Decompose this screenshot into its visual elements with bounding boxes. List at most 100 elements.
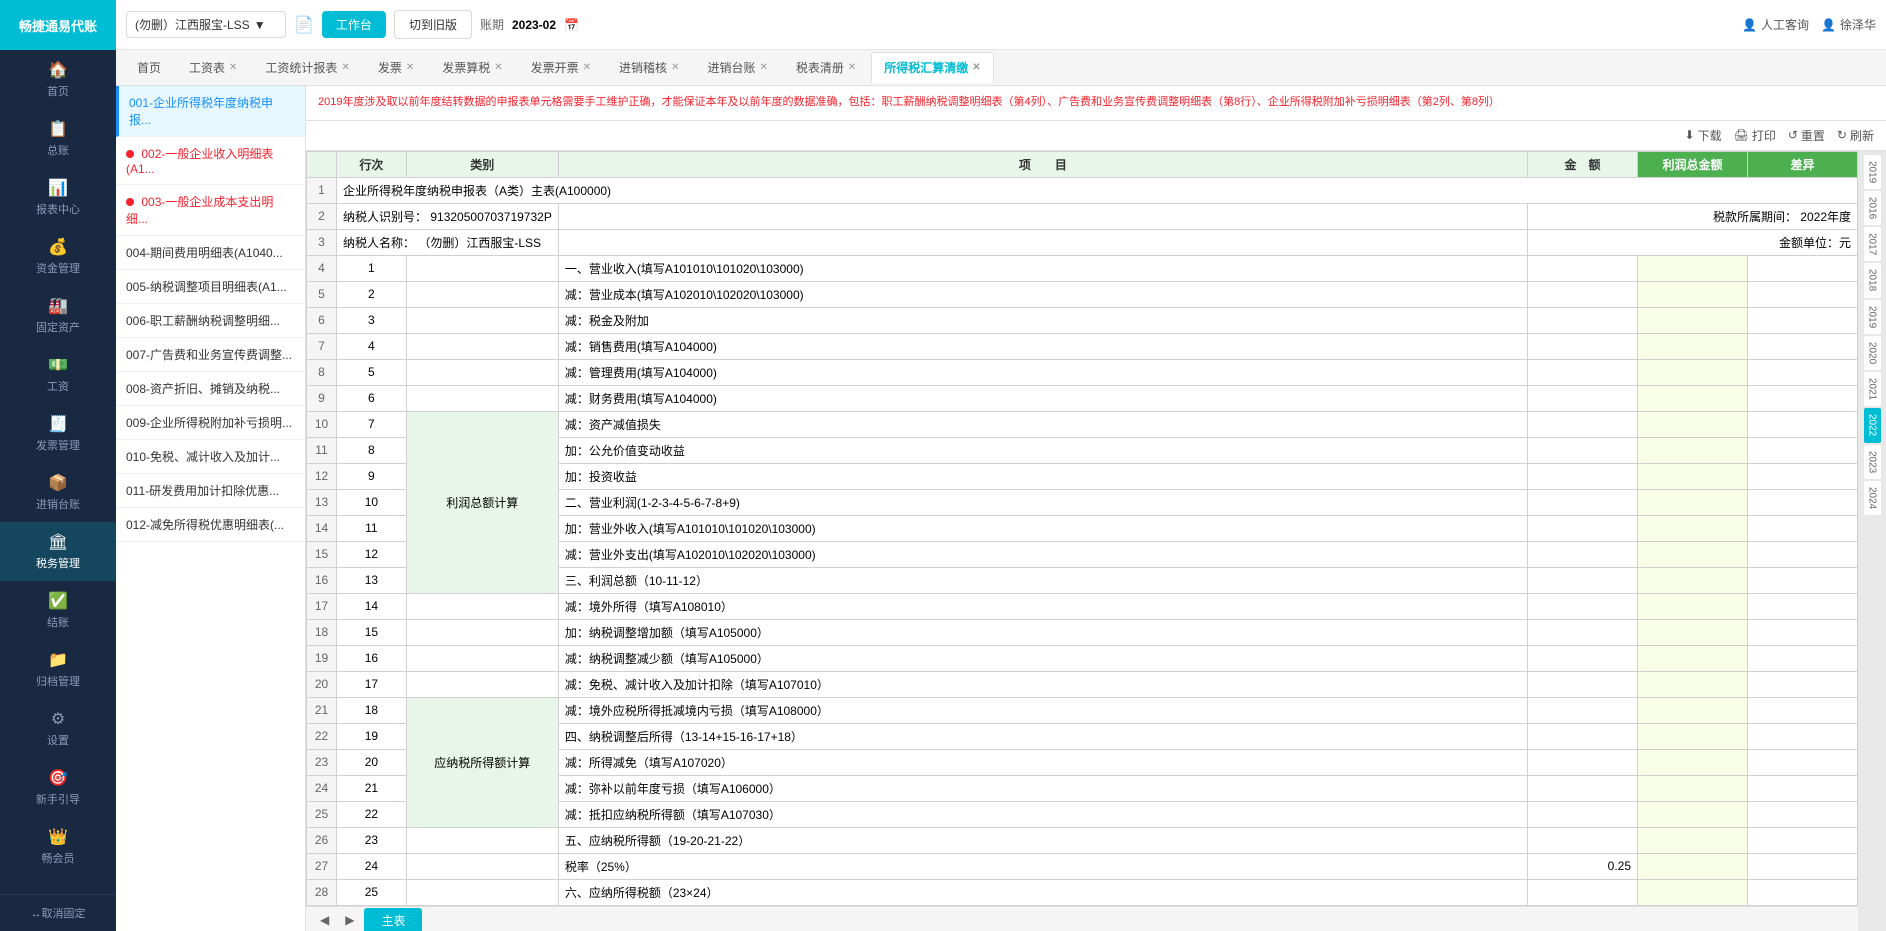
panel-item-004[interactable]: 004-期间费用明细表(A1040... xyxy=(116,236,305,270)
tab-close-icon[interactable]: ✕ xyxy=(759,62,767,73)
panel-item-002[interactable]: 002-一般企业收入明细表(A1... xyxy=(116,137,305,185)
tab-label: 发票 xyxy=(378,59,402,76)
sidebar-item-tax[interactable]: 🏛 税务管理 xyxy=(0,522,116,581)
row-num: 3 xyxy=(307,229,337,255)
tab-invoice-calc[interactable]: 发票算税 ✕ xyxy=(429,52,515,83)
timeline-panel: 2019 2016 2017 2018 2019 2020 2021 2022 … xyxy=(1858,151,1886,931)
table-row: 27 24 税率（25%） 0.25 xyxy=(307,853,1858,879)
sidebar-item-member[interactable]: 👑 畅会员 xyxy=(0,817,116,876)
timeline-item-2021[interactable]: 2021 xyxy=(1864,372,1881,406)
sidebar-item-inventory[interactable]: 📦 进销台账 xyxy=(0,463,116,522)
company-name: (勿删）江西服宝-LSS xyxy=(135,16,250,33)
table-row: 26 23 五、应纳税所得额（19-20-21-22） xyxy=(307,827,1858,853)
panel-item-001[interactable]: 001-企业所得税年度纳税申报... xyxy=(116,86,305,137)
sheet-tab-main[interactable]: 主表 xyxy=(364,908,422,931)
sidebar-item-settings[interactable]: ⚙ 设置 xyxy=(0,699,116,758)
timeline-item-2018[interactable]: 2018 xyxy=(1864,263,1881,297)
sidebar-item-salary[interactable]: 💵 工资 xyxy=(0,345,116,404)
timeline-item-2023[interactable]: 2023 xyxy=(1864,445,1881,479)
username: 徐泽华 xyxy=(1840,16,1876,33)
tab-close-icon[interactable]: ✕ xyxy=(583,62,591,73)
switch-version-button[interactable]: 切到旧版 xyxy=(394,10,472,39)
timeline-item-2019b[interactable]: 2019 xyxy=(1864,300,1881,334)
panel-item-012[interactable]: 012-减免所得税优惠明细表(... xyxy=(116,508,305,542)
table-row: 21 18 应纳税所得额计算 减：境外应税所得抵减境内亏损（填写A108000） xyxy=(307,697,1858,723)
sidebar-item-label: 报表中心 xyxy=(36,201,80,217)
content-area: 001-企业所得税年度纳税申报... 002-一般企业收入明细表(A1... 0… xyxy=(116,86,1886,931)
tab-label: 发票算税 xyxy=(442,59,490,76)
refresh-label: 刷新 xyxy=(1850,127,1874,144)
period-label: 账期 xyxy=(480,16,504,33)
sidebar-item-archive[interactable]: 📁 归档管理 xyxy=(0,640,116,699)
tab-salary-report[interactable]: 工资统计报表 ✕ xyxy=(252,52,362,83)
refresh-icon: ↻ xyxy=(1837,128,1847,142)
panel-item-010[interactable]: 010-免税、减计收入及加计... xyxy=(116,440,305,474)
sidebar-item-home[interactable]: 🏠 首页 xyxy=(0,50,116,109)
sidebar-item-guide[interactable]: 🎯 新手引导 xyxy=(0,758,116,817)
sidebar-item-label: 发票管理 xyxy=(36,437,80,453)
col-F-header: 差异 xyxy=(1748,151,1858,177)
chevron-down-icon: ▼ xyxy=(254,18,266,32)
col-B-header: 类别 xyxy=(406,151,558,177)
panel-item-011[interactable]: 011-研发费用加计扣除优惠... xyxy=(116,474,305,508)
timeline-item-2017[interactable]: 2017 xyxy=(1864,227,1881,261)
sidebar-item-finance[interactable]: 💰 资金管理 xyxy=(0,227,116,286)
table-row: 7 4 减：销售费用(填写A104000) xyxy=(307,333,1858,359)
refresh-button[interactable]: ↻ 刷新 xyxy=(1837,127,1874,144)
timeline-item-2016[interactable]: 2016 xyxy=(1864,191,1881,225)
sidebar-item-label: 资金管理 xyxy=(36,260,80,276)
sheet-prev-icon[interactable]: ◀ xyxy=(314,910,335,930)
panel-item-009[interactable]: 009-企业所得税附加补亏损明... xyxy=(116,406,305,440)
sidebar-pin-toggle[interactable]: ↔取消固定 xyxy=(0,894,116,931)
print-button[interactable]: 🖨 打印 xyxy=(1734,127,1776,144)
sidebar-item-ledger[interactable]: 📋 总账 xyxy=(0,109,116,168)
warning-text: 2019年度涉及取以前年度结转数据的申报表单元格需要手工维护正确，才能保证本年及… xyxy=(318,94,1874,112)
tab-close-icon[interactable]: ✕ xyxy=(341,62,349,73)
taxpayer-id-value: 91320500703719732P xyxy=(430,210,551,224)
timeline-item-2022[interactable]: 2022 xyxy=(1864,408,1881,442)
company-selector[interactable]: (勿删）江西服宝-LSS ▼ xyxy=(126,11,286,38)
tab-invoice-open[interactable]: 发票开票 ✕ xyxy=(518,52,604,83)
tab-close-icon[interactable]: ✕ xyxy=(229,62,237,73)
tab-sales-ledger[interactable]: 进销台账 ✕ xyxy=(694,52,780,83)
sidebar-item-label: 总账 xyxy=(47,142,69,158)
sidebar-item-reports[interactable]: 📊 报表中心 xyxy=(0,168,116,227)
tab-salary[interactable]: 工资表 ✕ xyxy=(176,52,250,83)
reset-button[interactable]: ↺ 重置 xyxy=(1788,127,1825,144)
tab-bar: 首页 工资表 ✕ 工资统计报表 ✕ 发票 ✕ 发票算税 ✕ 发票开票 ✕ 进销稽… xyxy=(116,50,1886,86)
panel-item-008[interactable]: 008-资产折旧、摊销及纳税... xyxy=(116,372,305,406)
sidebar-item-invoice[interactable]: 🧾 发票管理 xyxy=(0,404,116,463)
timeline-item-2019a[interactable]: 2019 xyxy=(1864,155,1881,189)
timeline-item-2020[interactable]: 2020 xyxy=(1864,336,1881,370)
panel-item-006[interactable]: 006-职工薪酬纳税调整明细... xyxy=(116,304,305,338)
user-icon: 👤 xyxy=(1821,18,1836,32)
service-info[interactable]: 👤 人工客询 xyxy=(1742,16,1809,33)
toolbar: ⬇ 下载 🖨 打印 ↺ 重置 ↻ 刷新 xyxy=(306,121,1886,151)
user-info[interactable]: 👤 徐泽华 xyxy=(1821,16,1876,33)
tab-close-icon[interactable]: ✕ xyxy=(972,62,980,73)
panel-item-003[interactable]: 003-一般企业成本支出明细... xyxy=(116,185,305,236)
panel-item-007[interactable]: 007-广告费和业务宣传费调整... xyxy=(116,338,305,372)
panel-item-005[interactable]: 005-纳税调整项目明细表(A1... xyxy=(116,270,305,304)
table-row: 9 6 减：财务费用(填写A104000) xyxy=(307,385,1858,411)
tab-close-icon[interactable]: ✕ xyxy=(494,62,502,73)
tab-close-icon[interactable]: ✕ xyxy=(848,62,856,73)
tab-sales-check[interactable]: 进销稽核 ✕ xyxy=(606,52,692,83)
sidebar-item-close[interactable]: ✅ 结账 xyxy=(0,581,116,640)
tab-tax-list[interactable]: 税表清册 ✕ xyxy=(783,52,869,83)
download-button[interactable]: ⬇ 下载 xyxy=(1685,127,1722,144)
tab-invoice[interactable]: 发票 ✕ xyxy=(365,52,427,83)
sidebar-item-assets[interactable]: 🏭 固定资产 xyxy=(0,286,116,345)
tab-close-icon[interactable]: ✕ xyxy=(406,62,414,73)
member-icon: 👑 xyxy=(48,827,68,847)
timeline-item-2024[interactable]: 2024 xyxy=(1864,481,1881,515)
invoice-icon: 🧾 xyxy=(48,414,68,434)
workbench-button[interactable]: 工作台 xyxy=(322,11,386,38)
tab-home[interactable]: 首页 xyxy=(124,52,174,83)
sheet-next-icon[interactable]: ▶ xyxy=(339,910,360,930)
tab-close-icon[interactable]: ✕ xyxy=(671,62,679,73)
sidebar-item-label: 税务管理 xyxy=(36,555,80,571)
assets-icon: 🏭 xyxy=(48,296,68,316)
tab-income-tax[interactable]: 所得税汇算清缴 ✕ xyxy=(871,52,993,83)
download-icon: ⬇ xyxy=(1685,128,1695,142)
